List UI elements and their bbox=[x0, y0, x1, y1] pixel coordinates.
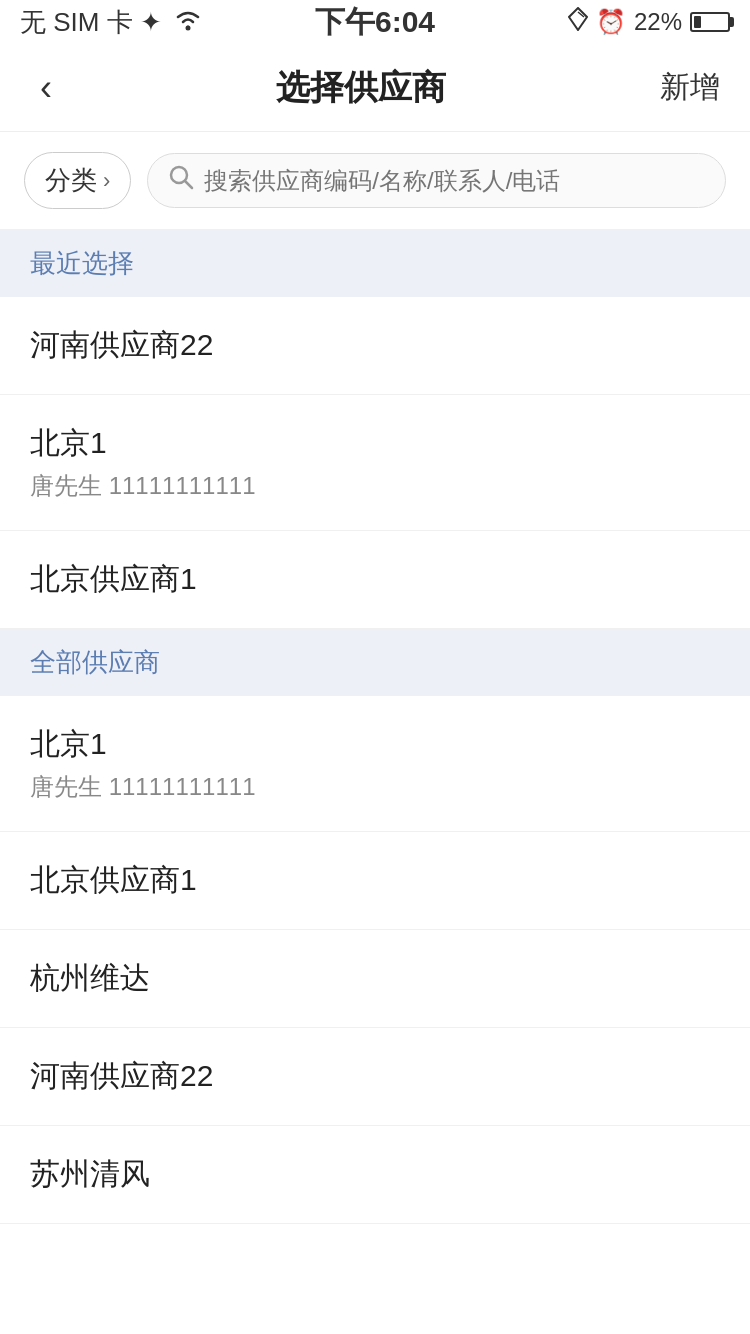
item-sub: 唐先生 11111111111 bbox=[30, 771, 720, 803]
item-name: 北京供应商1 bbox=[30, 559, 720, 600]
recent-list: 河南供应商22 北京1 唐先生 11111111111 北京供应商1 bbox=[0, 297, 750, 629]
wifi-icon bbox=[172, 7, 204, 38]
search-input[interactable] bbox=[204, 167, 705, 195]
filter-bar: 分类 › bbox=[0, 132, 750, 230]
all-section-header: 全部供应商 bbox=[0, 629, 750, 696]
item-name: 杭州维达 bbox=[30, 958, 720, 999]
item-name: 北京供应商1 bbox=[30, 860, 720, 901]
svg-point-0 bbox=[185, 25, 190, 30]
item-name: 河南供应商22 bbox=[30, 325, 720, 366]
list-item[interactable]: 苏州清风 bbox=[0, 1126, 750, 1224]
status-left: 无 SIM 卡 ✦ bbox=[20, 5, 204, 40]
category-filter-button[interactable]: 分类 › bbox=[24, 152, 131, 209]
item-name: 北京1 bbox=[30, 724, 720, 765]
item-name: 河南供应商22 bbox=[30, 1056, 720, 1097]
recent-section-label: 最近选择 bbox=[30, 248, 134, 278]
add-button[interactable]: 新增 bbox=[660, 67, 720, 108]
recent-section-header: 最近选择 bbox=[0, 230, 750, 297]
all-section-label: 全部供应商 bbox=[30, 647, 160, 677]
list-item[interactable]: 河南供应商22 bbox=[0, 297, 750, 395]
status-right: ⏰ 22% bbox=[568, 7, 730, 37]
list-item[interactable]: 北京1 唐先生 11111111111 bbox=[0, 395, 750, 531]
list-item[interactable]: 北京供应商1 bbox=[0, 531, 750, 629]
svg-line-2 bbox=[185, 181, 192, 188]
all-list: 北京1 唐先生 11111111111 北京供应商1 杭州维达河南供应商22 苏州清… bbox=[0, 696, 750, 1224]
search-box[interactable] bbox=[147, 153, 726, 208]
list-item[interactable]: 杭州维达 bbox=[0, 930, 750, 1028]
item-sub: 唐先生 11111111111 bbox=[30, 470, 720, 502]
chevron-right-icon: › bbox=[103, 168, 110, 194]
alarm-icon: ⏰ bbox=[596, 8, 626, 36]
item-name: 北京1 bbox=[30, 423, 720, 464]
back-button[interactable]: ‹ bbox=[30, 57, 62, 119]
status-time: 下午6:04 bbox=[315, 2, 435, 43]
nav-bar: ‹ 选择供应商 新增 bbox=[0, 44, 750, 132]
search-icon bbox=[168, 164, 194, 197]
category-label: 分类 bbox=[45, 163, 97, 198]
list-item[interactable]: 北京1 唐先生 11111111111 bbox=[0, 696, 750, 832]
status-bar: 无 SIM 卡 ✦ 下午6:04 ⏰ 22% bbox=[0, 0, 750, 44]
item-name: 苏州清风 bbox=[30, 1154, 720, 1195]
sim-label: 无 SIM 卡 ✦ bbox=[20, 5, 162, 40]
list-item[interactable]: 河南供应商22 bbox=[0, 1028, 750, 1126]
page-title: 选择供应商 bbox=[276, 65, 446, 111]
battery-icon bbox=[690, 12, 730, 32]
location-icon bbox=[568, 7, 588, 37]
list-item[interactable]: 北京供应商1 bbox=[0, 832, 750, 930]
battery-percent: 22% bbox=[634, 8, 682, 36]
